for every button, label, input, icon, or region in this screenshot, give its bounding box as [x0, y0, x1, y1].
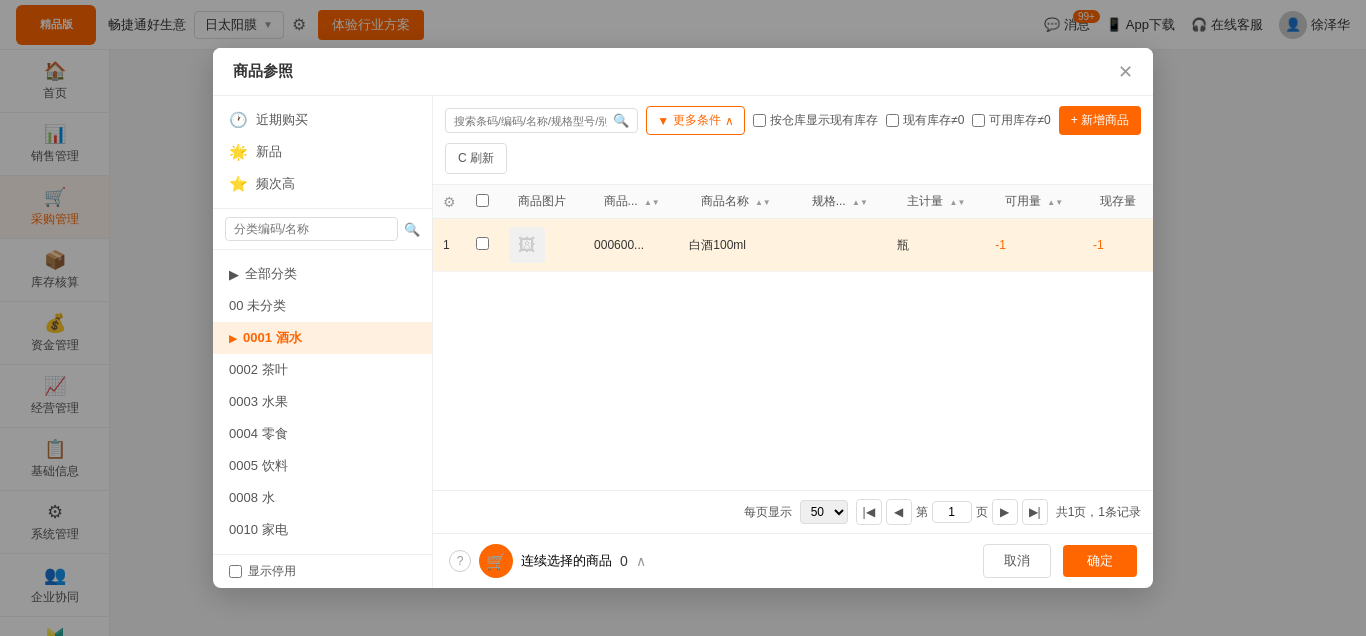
product-search-box: 🔍 [445, 108, 638, 133]
show-disabled-area: 显示停用 [213, 554, 432, 588]
table-header-row: ⚙ 商品图片 商品... ▲▼ [433, 185, 1153, 219]
chevron-right-icon-active: ▶ [229, 333, 237, 344]
new-product-item[interactable]: 🌟 新品 [213, 136, 432, 168]
select-all-checkbox[interactable] [476, 194, 489, 207]
sort-icon-spec: ▲▼ [852, 199, 868, 207]
product-code-cell: 000600... [584, 219, 679, 272]
category-appliance[interactable]: 0010 家电 [213, 514, 432, 546]
quick-access-section: 🕐 近期购买 🌟 新品 ⭐ 频次高 [213, 96, 432, 209]
available-column-header[interactable]: 可用量 ▲▼ [985, 185, 1083, 219]
row-checkbox-cell [466, 219, 499, 272]
category-search-icon[interactable]: 🔍 [404, 222, 420, 237]
row-select-checkbox[interactable] [476, 237, 489, 250]
category-snack[interactable]: 0004 零食 [213, 418, 432, 450]
modal-body: 🕐 近期购买 🌟 新品 ⭐ 频次高 《 🔍 [213, 96, 1153, 588]
sort-icon-unit: ▲▼ [950, 199, 966, 207]
pagination-area: 每页显示 50 |◀ ◀ 第 页 ▶ ▶| 共1页，1条记录 [433, 490, 1153, 533]
checkbox-available-stock[interactable]: 可用库存≠0 [972, 112, 1050, 129]
product-stock-cell: -1 [1083, 219, 1153, 272]
show-disabled-checkbox[interactable] [229, 565, 242, 578]
chevron-up-icon: ∧ [725, 114, 734, 128]
sort-icon-name: ▲▼ [755, 199, 771, 207]
page-nav: |◀ ◀ 第 页 ▶ ▶| [856, 499, 1048, 525]
new-icon: 🌟 [229, 143, 248, 161]
row-index-cell: 1 [433, 219, 466, 272]
first-page-button[interactable]: |◀ [856, 499, 882, 525]
sort-icon-available: ▲▼ [1047, 199, 1063, 207]
image-column-header: 商品图片 [499, 185, 584, 219]
page-number-input[interactable] [932, 501, 972, 523]
unit-column-header[interactable]: 主计量 ▲▼ [887, 185, 985, 219]
prev-page-button[interactable]: ◀ [886, 499, 912, 525]
category-liquor[interactable]: ▶ 0001 酒水 [213, 322, 432, 354]
modal-right-panel: 🔍 ▼ 更多条件 ∧ 按仓库显示现有库存 现有库存≠0 [433, 96, 1153, 588]
product-unit-cell: 瓶 [887, 219, 985, 272]
category-search-area: 🔍 [213, 209, 432, 250]
nonzero-stock-checkbox[interactable] [886, 114, 899, 127]
code-column-header[interactable]: 商品... ▲▼ [584, 185, 679, 219]
product-thumbnail: 🖼 [509, 227, 545, 263]
product-reference-modal: 商品参照 ✕ 🕐 近期购买 🌟 新品 ⭐ 频次高 [213, 48, 1153, 588]
category-unclassified[interactable]: 00 未分类 [213, 290, 432, 322]
name-column-header[interactable]: 商品名称 ▲▼ [679, 185, 792, 219]
warehouse-stock-checkbox[interactable] [753, 114, 766, 127]
product-available-cell: -1 [985, 219, 1083, 272]
search-icon[interactable]: 🔍 [613, 113, 629, 128]
checkbox-column-header [466, 185, 499, 219]
checkbox-nonzero-stock[interactable]: 现有库存≠0 [886, 112, 964, 129]
product-table: ⚙ 商品图片 商品... ▲▼ [433, 185, 1153, 490]
modal-overlay: 商品参照 ✕ 🕐 近期购买 🌟 新品 ⭐ 频次高 [0, 0, 1366, 636]
cart-area: ? 🛒 连续选择的商品 0 ∧ [449, 544, 971, 578]
chevron-right-icon: ▶ [229, 267, 239, 282]
filter-icon: ▼ [657, 114, 669, 128]
stock-column-header[interactable]: 现存量 [1083, 185, 1153, 219]
next-page-button[interactable]: ▶ [992, 499, 1018, 525]
table-settings-icon[interactable]: ⚙ [443, 194, 456, 210]
product-search-input[interactable] [454, 115, 607, 127]
settings-column-header: ⚙ [433, 185, 466, 219]
refresh-button[interactable]: C 刷新 [445, 143, 507, 174]
modal-left-panel: 🕐 近期购买 🌟 新品 ⭐ 频次高 《 🔍 [213, 96, 433, 588]
category-water[interactable]: 0008 水 [213, 482, 432, 514]
product-image-cell: 🖼 [499, 219, 584, 272]
category-fruit[interactable]: 0003 水果 [213, 386, 432, 418]
modal-toolbar: 🔍 ▼ 更多条件 ∧ 按仓库显示现有库存 现有库存≠0 [433, 96, 1153, 185]
high-frequency-item[interactable]: ⭐ 频次高 [213, 168, 432, 200]
table-row[interactable]: 1 🖼 000600... 白酒100ml 瓶 [433, 219, 1153, 272]
collapse-cart-icon[interactable]: ∧ [636, 553, 646, 569]
star-icon: ⭐ [229, 175, 248, 193]
category-tea[interactable]: 0002 茶叶 [213, 354, 432, 386]
product-name-cell: 白酒100ml [679, 219, 792, 272]
available-stock-checkbox[interactable] [972, 114, 985, 127]
help-icon[interactable]: ? [449, 550, 471, 572]
category-beverage[interactable]: 0005 饮料 [213, 450, 432, 482]
sort-icon: ▲▼ [644, 199, 660, 207]
modal-close-button[interactable]: ✕ [1118, 63, 1133, 81]
confirm-button[interactable]: 确定 [1063, 545, 1137, 577]
modal-header: 商品参照 ✕ [213, 48, 1153, 96]
modal-footer: ? 🛒 连续选择的商品 0 ∧ 取消 确定 [433, 533, 1153, 588]
category-list: ▶ 全部分类 00 未分类 ▶ 0001 酒水 0002 茶叶 0003 水果 [213, 250, 432, 554]
page-size-select[interactable]: 50 [800, 500, 848, 524]
add-product-button[interactable]: + 新增商品 [1059, 106, 1141, 135]
last-page-button[interactable]: ▶| [1022, 499, 1048, 525]
modal-title: 商品参照 [233, 62, 1118, 81]
cancel-button[interactable]: 取消 [983, 544, 1051, 578]
spec-column-header[interactable]: 规格... ▲▼ [792, 185, 887, 219]
cart-count: 0 [620, 553, 628, 569]
category-search-input[interactable] [225, 217, 398, 241]
checkbox-warehouse-stock[interactable]: 按仓库显示现有库存 [753, 112, 878, 129]
product-spec-cell [792, 219, 887, 272]
category-all[interactable]: ▶ 全部分类 [213, 258, 432, 290]
cart-icon[interactable]: 🛒 [479, 544, 513, 578]
collapse-panel-button[interactable]: 《 [432, 322, 433, 362]
clock-icon: 🕐 [229, 111, 248, 129]
more-filter-button[interactable]: ▼ 更多条件 ∧ [646, 106, 745, 135]
recent-purchase-item[interactable]: 🕐 近期购买 [213, 104, 432, 136]
